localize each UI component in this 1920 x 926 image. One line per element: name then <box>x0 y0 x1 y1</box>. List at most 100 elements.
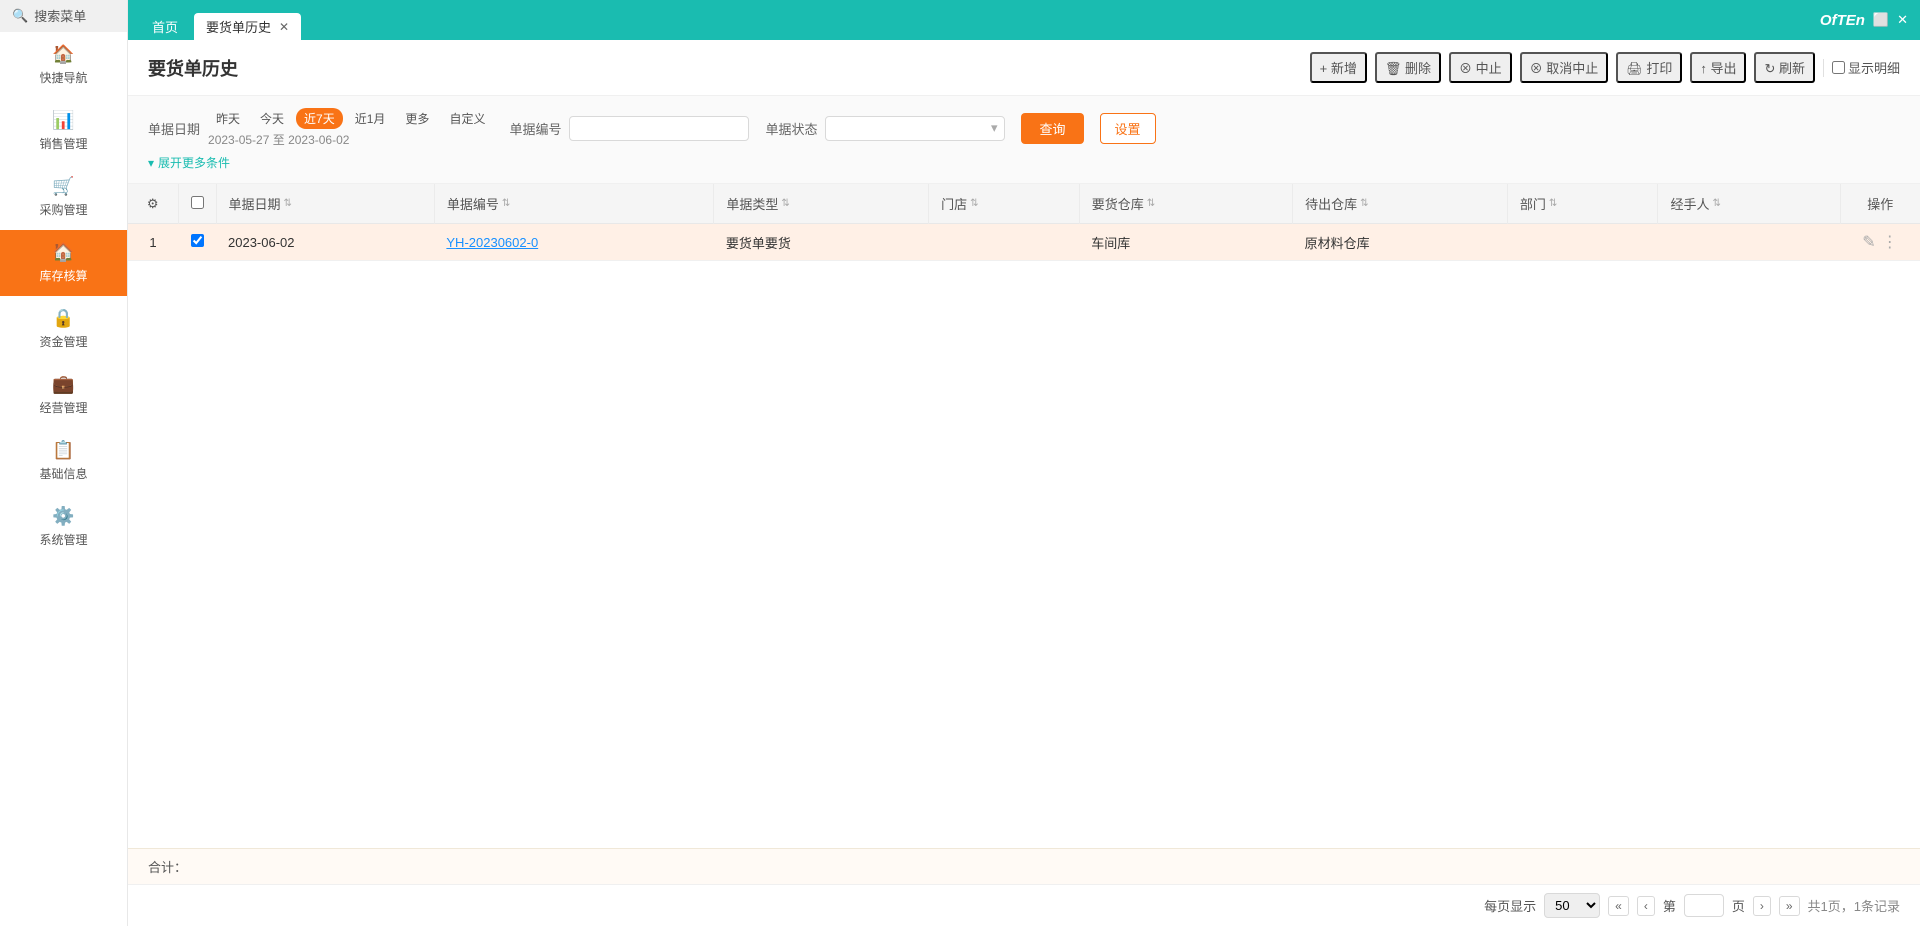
col-header-check <box>178 184 216 224</box>
page-input[interactable]: 1 <box>1684 894 1724 917</box>
docno-link[interactable]: YH-20230602-0 <box>446 235 538 250</box>
sidebar-item-inventory[interactable]: 🏠 库存核算 <box>0 230 127 296</box>
date-opt-自定义[interactable]: 自定义 <box>441 108 493 129</box>
sort-date[interactable]: 单据日期⇅ <box>229 194 422 213</box>
date-opt-昨天[interactable]: 昨天 <box>208 108 248 129</box>
last-page-button[interactable]: » <box>1779 896 1800 916</box>
sidebar-item-label: 销售管理 <box>39 135 87 152</box>
page-label-suffix: 页 <box>1732 896 1745 915</box>
date-filter-group: 单据日期 昨天今天近7天近1月更多自定义 2023-05-27 至 2023-0… <box>148 108 493 148</box>
sidebar-item-finance[interactable]: 🔒资金管理 <box>0 296 127 362</box>
system-icon: ⚙️ <box>52 506 74 527</box>
status-filter-select[interactable] <box>825 116 1005 141</box>
sidebar-item-label: 经营管理 <box>39 399 87 416</box>
sidebar-item-sales[interactable]: 📊销售管理 <box>0 98 127 164</box>
col-header-type[interactable]: 单据类型⇅ <box>714 184 929 224</box>
total-info: 共1页，1条记录 <box>1808 896 1900 915</box>
sort-dest_warehouse[interactable]: 待出仓库⇅ <box>1305 194 1495 213</box>
sort-icon-handler: ⇅ <box>1713 198 1721 209</box>
brand-label: OfTEn <box>1820 12 1865 29</box>
sort-type[interactable]: 单据类型⇅ <box>726 194 916 213</box>
page-title: 要货单历史 <box>148 55 1302 81</box>
next-page-button[interactable]: › <box>1753 896 1771 916</box>
sort-store[interactable]: 门店⇅ <box>941 194 1067 213</box>
docno-filter-group: 单据编号 <box>509 116 749 141</box>
sidebar-search[interactable]: 🔍 搜索菜单 <box>0 0 127 32</box>
cell-check <box>178 224 216 261</box>
select-all-checkbox[interactable] <box>191 196 204 209</box>
display-detail-toggle[interactable]: 显示明细 <box>1832 58 1900 77</box>
date-filter-label: 单据日期 <box>148 119 200 138</box>
sort-handler[interactable]: 经手人⇅ <box>1670 194 1827 213</box>
inventory-icon: 🏠 <box>52 242 74 263</box>
table-row[interactable]: 12023-06-02YH-20230602-0要货单要货车间库原材料仓库✎⋮ <box>128 224 1920 261</box>
col-header-docno[interactable]: 单据编号⇅ <box>434 184 713 224</box>
display-detail-checkbox[interactable] <box>1832 61 1845 74</box>
date-opt-今天[interactable]: 今天 <box>252 108 292 129</box>
expand-more-button[interactable]: ▾ 展开更多条件 <box>148 154 1900 171</box>
status-select-wrapper <box>825 116 1005 141</box>
tab-history[interactable]: 要货单历史✕ <box>194 13 301 40</box>
sidebar-item-label: 基础信息 <box>39 465 87 482</box>
tab-close-icon[interactable]: ✕ <box>279 20 289 34</box>
col-header-handler[interactable]: 经手人⇅ <box>1658 184 1840 224</box>
filter-row: 单据日期 昨天今天近7天近1月更多自定义 2023-05-27 至 2023-0… <box>148 108 1900 148</box>
edit-icon[interactable]: ✎ <box>1862 232 1875 252</box>
tab-home[interactable]: 首页 <box>140 13 190 40</box>
settings-col-icon[interactable]: ⚙ <box>147 196 159 211</box>
stop-button[interactable]: ⊗ 中止 <box>1449 52 1512 83</box>
delete-button[interactable]: 🗑 删除 <box>1375 52 1441 83</box>
sidebar-item-label: 资金管理 <box>39 333 87 350</box>
sort-docno[interactable]: 单据编号⇅ <box>447 194 701 213</box>
toolbar: + 新增 🗑 删除 ⊗ 中止 ⊗ 取消中止 🖨 打印 ↑ 导出 ↻ 刷新 显示明… <box>1310 52 1900 83</box>
sort-icon-dest_warehouse: ⇅ <box>1360 198 1368 209</box>
page-header: 要货单历史 + 新增 🗑 删除 ⊗ 中止 ⊗ 取消中止 🖨 打印 ↑ 导出 ↻ … <box>128 40 1920 96</box>
add-button[interactable]: + 新增 <box>1310 52 1367 83</box>
sort-icon-type: ⇅ <box>781 198 789 209</box>
settings-button[interactable]: 设置 <box>1100 113 1156 144</box>
date-range-display: 2023-05-27 至 2023-06-02 <box>208 131 493 148</box>
sidebar-item-system[interactable]: ⚙️ 系统管理 <box>0 494 127 560</box>
sidebar-item-label: 系统管理 <box>39 531 87 548</box>
date-opt-近1月[interactable]: 近1月 <box>347 108 394 129</box>
cancel-stop-button[interactable]: ⊗ 取消中止 <box>1520 52 1609 83</box>
purchase-icon: 🛒 <box>52 176 74 197</box>
data-table: ⚙单据日期⇅单据编号⇅单据类型⇅门店⇅要货仓库⇅待出仓库⇅部门⇅经手人⇅操作 1… <box>128 184 1920 261</box>
first-page-button[interactable]: « <box>1608 896 1629 916</box>
sidebar: 🔍 搜索菜单 🏠快捷导航📊销售管理🛒采购管理 🏠 库存核算 🔒资金管理💼经营管理📋基础… <box>0 0 128 926</box>
sidebar-item-shortcut[interactable]: 🏠快捷导航 <box>0 32 127 98</box>
pagination: 每页显示 102050100 « ‹ 第 1 页 › » 共1页，1条记录 <box>128 884 1920 926</box>
col-header-date[interactable]: 单据日期⇅ <box>216 184 434 224</box>
page-size-select[interactable]: 102050100 <box>1544 893 1600 918</box>
date-opt-更多[interactable]: 更多 <box>397 108 437 129</box>
close-button[interactable]: ✕ <box>1897 12 1908 28</box>
docno-filter-input[interactable] <box>569 116 749 141</box>
query-button[interactable]: 查询 <box>1021 113 1083 144</box>
sort-icon-date: ⇅ <box>284 198 292 209</box>
sidebar-item-basic[interactable]: 📋基础信息 <box>0 428 127 494</box>
date-opt-近7天[interactable]: 近7天 <box>296 108 343 129</box>
sort-req_warehouse[interactable]: 要货仓库⇅ <box>1092 194 1280 213</box>
sidebar-item-purchase[interactable]: 🛒采购管理 <box>0 164 127 230</box>
summary-label: 合计： <box>148 857 187 876</box>
sidebar-item-label: 库存核算 <box>39 267 87 284</box>
col-header-dept[interactable]: 部门⇅ <box>1507 184 1658 224</box>
top-bar: 首页要货单历史✕ OfTEn ⬜ ✕ <box>128 0 1920 40</box>
cell-handler <box>1658 224 1840 261</box>
col-header-req_warehouse[interactable]: 要货仓库⇅ <box>1079 184 1292 224</box>
prev-page-button[interactable]: ‹ <box>1637 896 1655 916</box>
col-header-dest_warehouse[interactable]: 待出仓库⇅ <box>1293 184 1508 224</box>
col-header-store[interactable]: 门店⇅ <box>929 184 1080 224</box>
export-button[interactable]: ↑ 导出 <box>1690 52 1746 83</box>
cell-dest_warehouse: 原材料仓库 <box>1293 224 1508 261</box>
refresh-button[interactable]: ↻ 刷新 <box>1754 52 1815 83</box>
page-label-prefix: 第 <box>1663 896 1676 915</box>
restore-button[interactable]: ⬜ <box>1873 12 1889 28</box>
sidebar-item-operations[interactable]: 💼经营管理 <box>0 362 127 428</box>
row-checkbox[interactable] <box>191 234 204 247</box>
filter-area: 单据日期 昨天今天近7天近1月更多自定义 2023-05-27 至 2023-0… <box>128 96 1920 184</box>
print-button[interactable]: 🖨 打印 <box>1616 52 1682 83</box>
status-filter-group: 单据状态 <box>765 116 1005 141</box>
sort-dept[interactable]: 部门⇅ <box>1520 194 1646 213</box>
more-icon[interactable]: ⋮ <box>1882 232 1898 252</box>
